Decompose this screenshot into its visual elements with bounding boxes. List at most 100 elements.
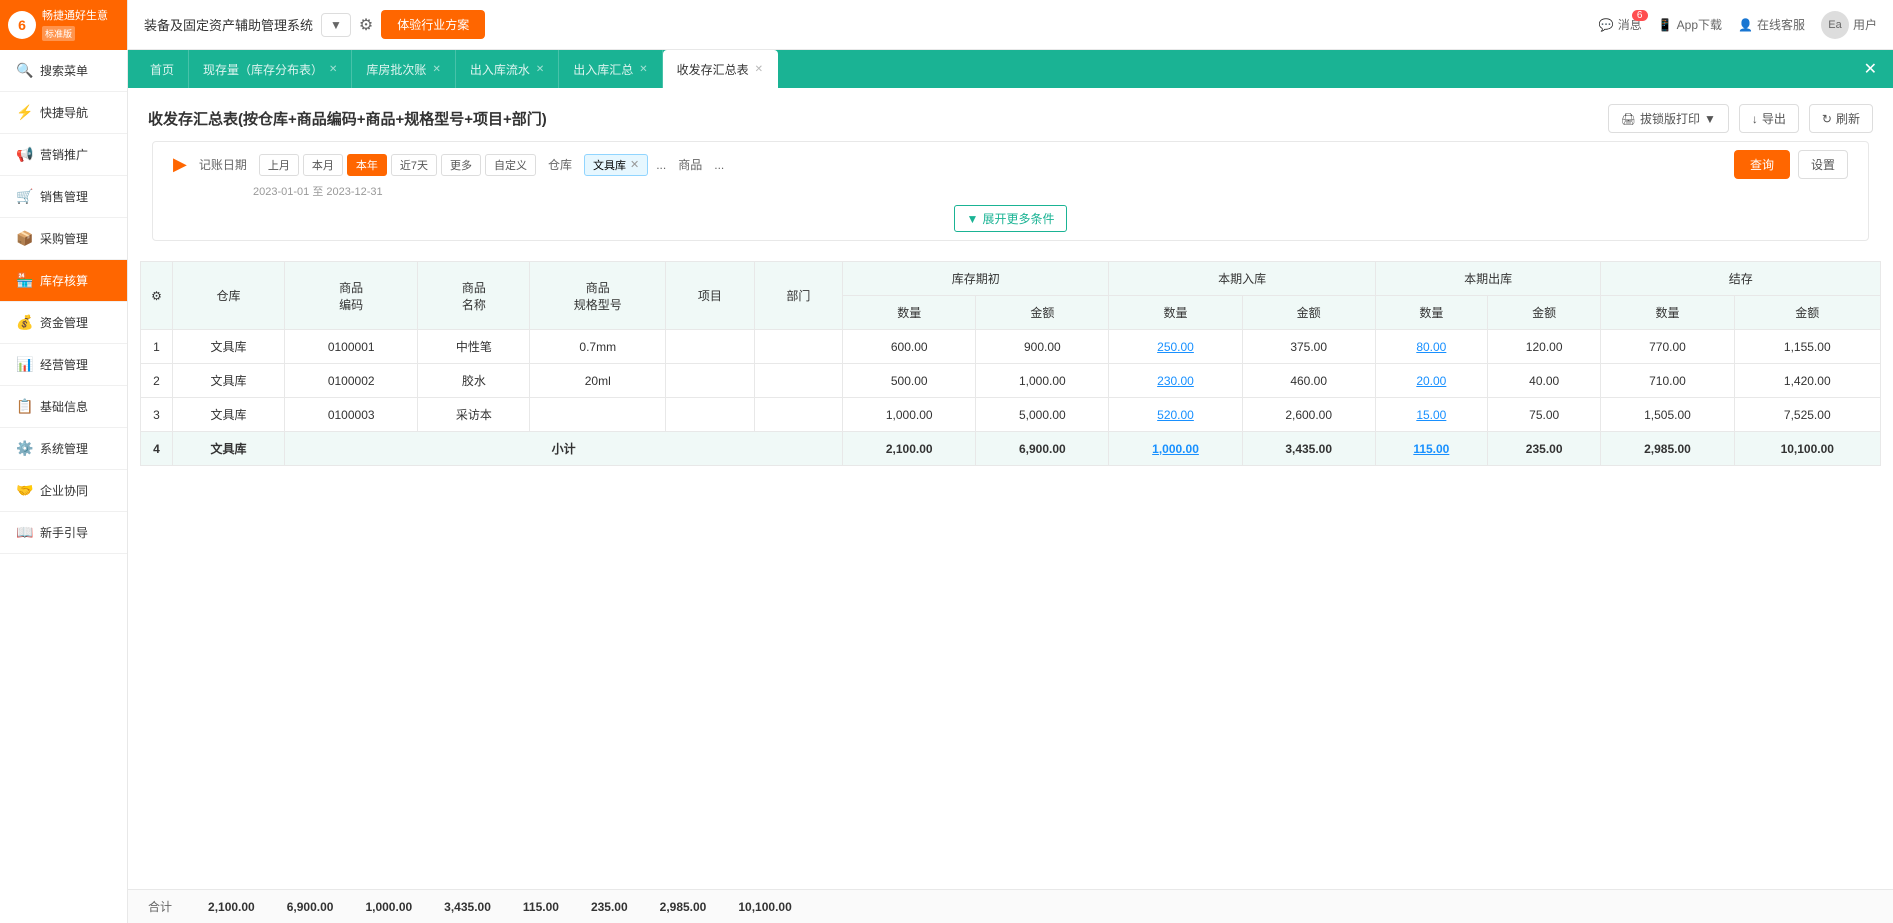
cell-out-qty[interactable]: 15.00 [1375,398,1487,432]
date-btn-more[interactable]: 更多 [441,154,481,176]
tab-close-icon[interactable]: ✕ [639,64,647,75]
close-all-tabs-icon[interactable]: ✕ [1856,59,1885,79]
th-warehouse: 仓库 [173,262,285,330]
warehouse-more[interactable]: ... [656,158,666,172]
th-department: 部门 [754,262,843,330]
total-label: 合计 [148,898,172,915]
cell-warehouse: 文具库 [173,398,285,432]
goods-more[interactable]: ... [714,158,724,172]
sidebar-item-marketing[interactable]: 📢营销推广 [0,134,127,176]
print-label: 拔锁版打印 [1640,110,1700,127]
avatar: Ea [1821,11,1849,39]
sidebar-item-business[interactable]: 📊经营管理 [0,344,127,386]
cell-in-qty[interactable]: 230.00 [1109,364,1242,398]
system-dropdown[interactable]: ▼ [321,13,351,37]
subtotal-row: 4 文具库 小计 2,100.00 6,900.00 1,000.00 3,43… [141,432,1881,466]
cell-opening-amt: 900.00 [976,330,1109,364]
tab-label: 收发存汇总表 [677,61,749,78]
warehouse-tag[interactable]: 文具库 ✕ [584,154,648,176]
cell-in-qty[interactable]: 250.00 [1109,330,1242,364]
date-btn-custom[interactable]: 自定义 [485,154,536,176]
tab-close-icon[interactable]: ✕ [536,64,544,75]
main-area: 装备及固定资产辅助管理系统 ▼ ⚙ 体验行业方案 💬 消息 6 📱 App下载 … [128,0,1893,923]
subtotal-out-amt: 235.00 [1487,432,1600,466]
online-service-label: 在线客服 [1757,16,1805,33]
date-filter-label: 记账日期 [199,156,247,173]
th-settings[interactable]: ⚙ [141,262,173,330]
th-opening-qty: 数量 [843,296,976,330]
experience-btn[interactable]: 体验行业方案 [381,10,485,39]
sidebar-item-system[interactable]: ⚙️系统管理 [0,428,127,470]
date-btn-7days[interactable]: 近7天 [391,154,437,176]
tab-库房批次账[interactable]: 库房批次账✕ [352,50,455,88]
sidebar-item-sales[interactable]: 🛒销售管理 [0,176,127,218]
cell-goods-code: 0100001 [285,330,418,364]
expand-more-btn[interactable]: ▼ 展开更多条件 [954,205,1068,232]
sidebar-item-label: 新手引导 [40,524,88,541]
th-group-opening: 库存期初 [843,262,1109,296]
tab-close-icon[interactable]: ✕ [329,64,337,75]
sidebar-item-purchase[interactable]: 📦采购管理 [0,218,127,260]
cell-goods-spec: 20ml [530,364,666,398]
footer-values: 2,100.00 6,900.00 1,000.00 3,435.00 115.… [192,900,808,914]
sidebar-item-basic[interactable]: 📋基础信息 [0,386,127,428]
purchase-icon: 📦 [16,230,32,247]
date-range-text: 2023-01-01 至 2023-12-31 [253,186,383,198]
cell-goods-name: 胶水 [418,364,530,398]
print-btn[interactable]: 🖨 拔锁版打印 ▼ [1608,104,1729,133]
online-service-btn[interactable]: 👤 在线客服 [1738,16,1805,33]
tabs-bar: 首页现存量（库存分布表）✕库房批次账✕出入库流水✕出入库汇总✕收发存汇总表✕✕ [128,50,1893,88]
subtotal-in-qty[interactable]: 1,000.00 [1109,432,1242,466]
refresh-btn[interactable]: ↻ 刷新 [1809,104,1873,133]
export-label: 导出 [1762,110,1786,127]
cell-in-qty[interactable]: 520.00 [1109,398,1242,432]
cell-closing-amt: 7,525.00 [1734,398,1880,432]
tab-现存量（库存分布表）[interactable]: 现存量（库存分布表） ✕ [189,50,352,88]
app-tag: 标准版 [42,26,75,41]
tab-close-icon[interactable]: ✕ [755,64,763,75]
topbar-left: 装备及固定资产辅助管理系统 ▼ ⚙ 体验行业方案 [144,10,485,39]
tab-close-icon[interactable]: ✕ [432,64,440,75]
subtotal-opening-qty: 2,100.00 [843,432,976,466]
footer-in-amt: 3,435.00 [428,900,507,914]
subtotal-out-qty[interactable]: 115.00 [1375,432,1487,466]
th-goods-spec: 商品规格型号 [530,262,666,330]
sidebar-nav: 🔍搜索菜单⚡快捷导航📢营销推广🛒销售管理📦采购管理🏪库存核算💰资金管理📊经营管理… [0,50,127,923]
cell-closing-amt: 1,155.00 [1734,330,1880,364]
cell-out-qty[interactable]: 80.00 [1375,330,1487,364]
sidebar-item-guide[interactable]: 📖新手引导 [0,512,127,554]
date-btn-last-month[interactable]: 上月 [259,154,299,176]
date-btn-this-month[interactable]: 本月 [303,154,343,176]
app-download-btn[interactable]: 📱 App下载 [1658,16,1722,33]
message-btn[interactable]: 💬 消息 6 [1599,16,1642,33]
th-closing-qty: 数量 [1601,296,1734,330]
settings-icon[interactable]: ⚙ [359,15,373,35]
sidebar-item-label: 快捷导航 [40,104,88,121]
sidebar-item-inventory[interactable]: 🏪库存核算 [0,260,127,302]
cell-goods-name: 采访本 [418,398,530,432]
tab-label: 现存量（库存分布表） [203,61,323,78]
tab-收发存汇总表[interactable]: 收发存汇总表 ✕ [663,50,778,88]
logo-text-wrap: 畅捷通好生意 标准版 [42,9,108,41]
query-btn[interactable]: 查询 [1734,150,1790,179]
th-group-closing: 结存 [1601,262,1881,296]
warehouse-tag-close[interactable]: ✕ [630,158,639,171]
user-btn[interactable]: Ea 用户 [1821,11,1877,39]
table-row: 2 文具库 0100002 胶水 20ml 500.00 1,000.00 23… [141,364,1881,398]
subtotal-warehouse: 文具库 [173,432,285,466]
tab-首页[interactable]: 首页 [136,50,189,88]
sidebar-item-finance[interactable]: 💰资金管理 [0,302,127,344]
sidebar-item-label: 资金管理 [40,314,88,331]
sidebar-item-enterprise[interactable]: 🤝企业协同 [0,470,127,512]
date-btn-this-year[interactable]: 本年 [347,154,387,176]
tab-出入库汇总[interactable]: 出入库汇总✕ [559,50,662,88]
cell-out-qty[interactable]: 20.00 [1375,364,1487,398]
set-btn[interactable]: 设置 [1798,150,1848,179]
cell-opening-qty: 500.00 [843,364,976,398]
tab-出入库流水[interactable]: 出入库流水✕ [456,50,559,88]
sidebar-item-quick[interactable]: ⚡快捷导航 [0,92,127,134]
export-btn[interactable]: ↓ 导出 [1739,104,1799,133]
sidebar-item-search[interactable]: 🔍搜索菜单 [0,50,127,92]
cell-goods-name: 中性笔 [418,330,530,364]
filter-expand-icon[interactable]: ▶ [173,154,187,175]
